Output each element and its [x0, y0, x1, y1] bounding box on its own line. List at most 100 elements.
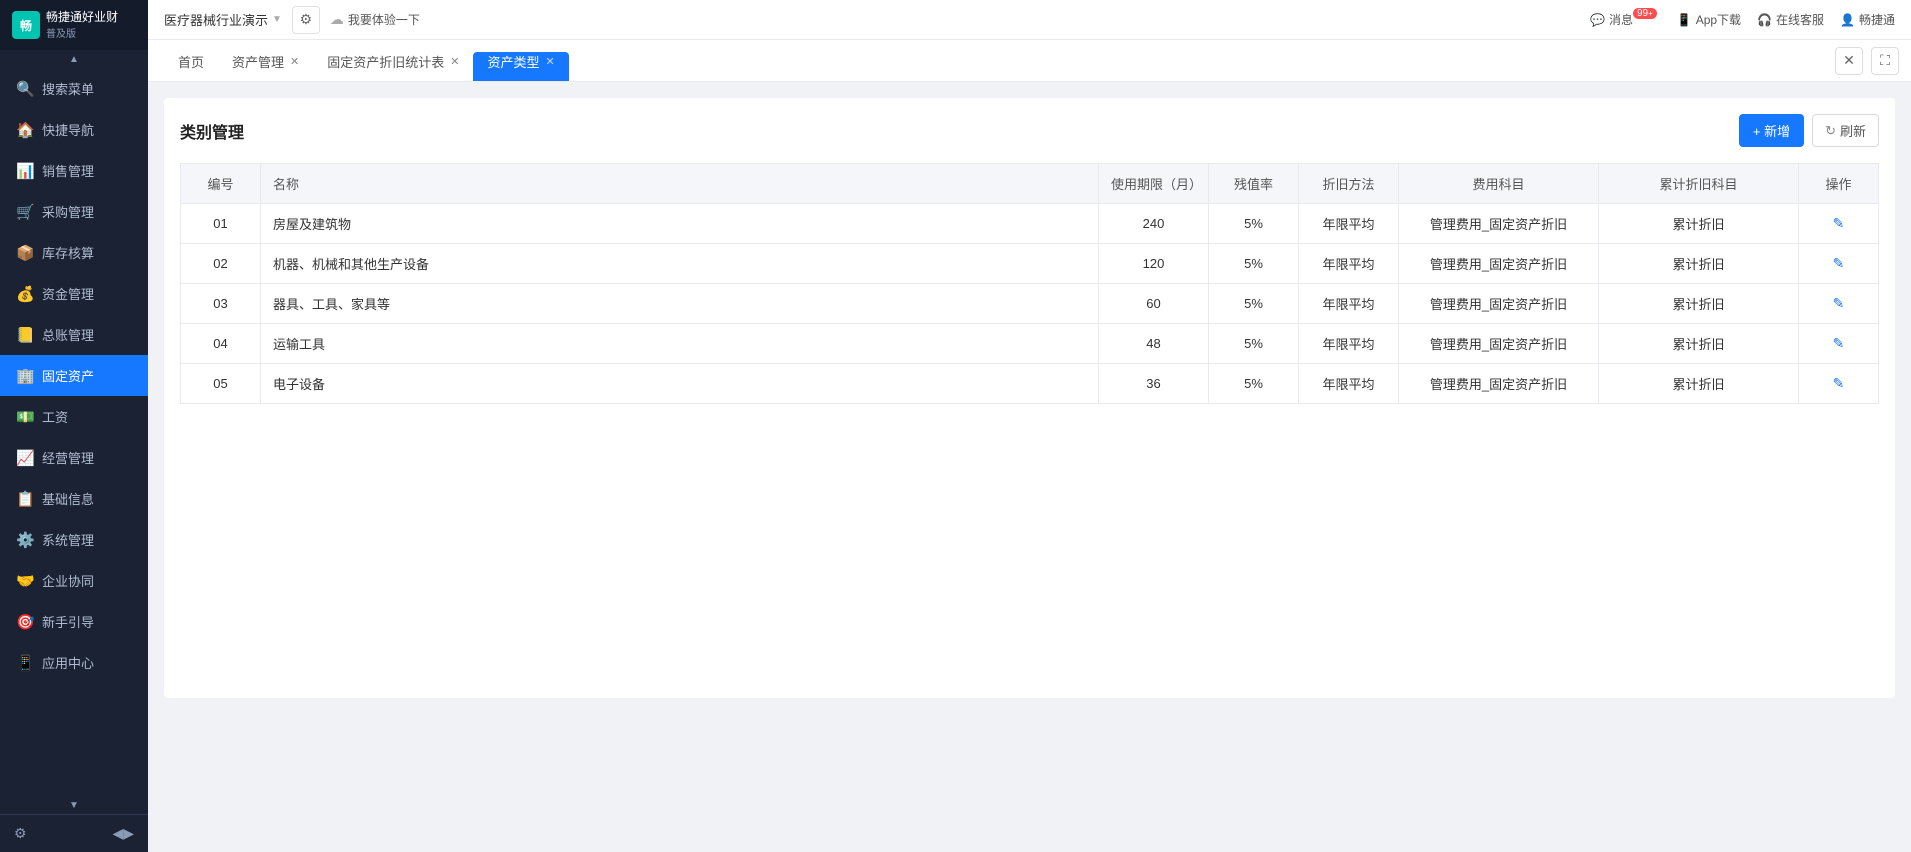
new-button[interactable]: + 新增	[1739, 114, 1804, 147]
scroll-up-area: ▲	[0, 50, 148, 68]
cell-method-4: 年限平均	[1299, 364, 1399, 404]
cell-accum-1: 累计折旧	[1599, 244, 1799, 284]
cell-op-2: ✎	[1799, 284, 1879, 324]
refresh-button[interactable]: ↻ 刷新	[1812, 114, 1879, 147]
cell-expense-1: 管理费用_固定资产折旧	[1399, 244, 1599, 284]
sidebar-item-salary-label: 工资	[42, 407, 68, 426]
col-header-accum: 累计折旧科目	[1599, 164, 1799, 204]
salary-icon: 💵	[16, 408, 34, 426]
cell-residual-0: 5%	[1209, 204, 1299, 244]
user-label: 畅捷通	[1859, 11, 1895, 28]
experience-button[interactable]: ☁ 我要体验一下	[330, 11, 420, 28]
edit-button-4[interactable]: ✎	[1833, 375, 1845, 391]
sidebar-item-ledger[interactable]: 📒 总账管理	[0, 314, 148, 355]
sidebar-item-ledger-label: 总账管理	[42, 325, 94, 344]
tab-asset-type-close[interactable]: ✕	[546, 55, 555, 68]
cell-expense-0: 管理费用_固定资产折旧	[1399, 204, 1599, 244]
col-header-code: 编号	[181, 164, 261, 204]
table-header: 编号 名称 使用期限（月） 残值率 折旧方法 费用科目 累计折旧科目 操作	[181, 164, 1879, 204]
user-button[interactable]: 👤 畅捷通	[1840, 11, 1895, 28]
sidebar-item-quick-nav[interactable]: 🏠 快捷导航	[0, 109, 148, 150]
edit-button-3[interactable]: ✎	[1833, 335, 1845, 351]
cell-op-4: ✎	[1799, 364, 1879, 404]
cell-accum-3: 累计折旧	[1599, 324, 1799, 364]
tab-asset-mgmt[interactable]: 资产管理 ✕	[218, 52, 313, 81]
cell-accum-2: 累计折旧	[1599, 284, 1799, 324]
scroll-down-button[interactable]: ▼	[67, 798, 81, 812]
message-icon: 💬	[1590, 13, 1605, 27]
tab-bar: 首页 资产管理 ✕ 固定资产折旧统计表 ✕ 资产类型 ✕ ✕ ⛶	[148, 40, 1911, 82]
refresh-icon: ↻	[1825, 123, 1836, 139]
experience-label: 我要体验一下	[348, 11, 420, 28]
message-label: 消息	[1609, 11, 1633, 28]
sidebar-item-fixed-assets[interactable]: 🏢 固定资产	[0, 355, 148, 396]
cell-residual-4: 5%	[1209, 364, 1299, 404]
table-row: 02 机器、机械和其他生产设备 120 5% 年限平均 管理费用_固定资产折旧 …	[181, 244, 1879, 284]
sidebar-item-purchase[interactable]: 🛒 采购管理	[0, 191, 148, 232]
tab-asset-type[interactable]: 资产类型 ✕	[473, 52, 568, 81]
sidebar-item-purchase-label: 采购管理	[42, 202, 94, 221]
message-badge: 99+	[1633, 8, 1657, 19]
tab-home[interactable]: 首页	[164, 52, 218, 81]
message-button[interactable]: 💬 消息 99+	[1590, 11, 1661, 28]
cell-method-1: 年限平均	[1299, 244, 1399, 284]
refresh-label: 刷新	[1840, 121, 1866, 140]
sidebar-item-sales-label: 销售管理	[42, 161, 94, 180]
demo-selector[interactable]: 医疗器械行业演示 ▼	[164, 10, 282, 29]
operations-icon: 📈	[16, 449, 34, 467]
cell-accum-4: 累计折旧	[1599, 364, 1799, 404]
purchase-icon: 🛒	[16, 203, 34, 221]
edit-button-0[interactable]: ✎	[1833, 215, 1845, 231]
sidebar-footer: ⚙ ◀▶	[0, 814, 148, 852]
sidebar-item-sales[interactable]: 📊 销售管理	[0, 150, 148, 191]
tab-home-label: 首页	[178, 52, 204, 71]
cell-method-3: 年限平均	[1299, 324, 1399, 364]
tab-fixed-depreciation[interactable]: 固定资产折旧统计表 ✕	[313, 52, 473, 81]
cell-period-0: 240	[1099, 204, 1209, 244]
sidebar-item-operations[interactable]: 📈 经营管理	[0, 437, 148, 478]
sidebar-item-salary[interactable]: 💵 工资	[0, 396, 148, 437]
collapse-sidebar-button[interactable]: ◀▶	[112, 825, 134, 842]
tab-asset-mgmt-close[interactable]: ✕	[290, 55, 299, 68]
fixed-assets-icon: 🏢	[16, 367, 34, 385]
search-icon: 🔍	[16, 80, 34, 98]
cell-period-2: 60	[1099, 284, 1209, 324]
cell-residual-2: 5%	[1209, 284, 1299, 324]
cell-accum-0: 累计折旧	[1599, 204, 1799, 244]
sidebar-item-inventory[interactable]: 📦 库存核算	[0, 232, 148, 273]
sidebar-item-app-center[interactable]: 📱 应用中心	[0, 642, 148, 683]
sidebar-item-capital[interactable]: 💰 资金管理	[0, 273, 148, 314]
sidebar-item-basic-info[interactable]: 📋 基础信息	[0, 478, 148, 519]
sidebar-item-guide-label: 新手引导	[42, 612, 94, 631]
settings-footer-icon[interactable]: ⚙	[14, 825, 27, 842]
app-download-button[interactable]: 📱 App下载	[1677, 11, 1741, 28]
app-version: 普及版	[46, 25, 118, 40]
cloud-icon: ☁	[330, 11, 344, 28]
edit-button-1[interactable]: ✎	[1833, 255, 1845, 271]
sidebar-item-operations-label: 经营管理	[42, 448, 94, 467]
sidebar-logo: 畅 畅捷通好业财 普及版	[0, 0, 148, 50]
tab-expand-button[interactable]: ⛶	[1871, 47, 1899, 75]
scroll-up-button[interactable]: ▲	[67, 52, 81, 66]
sidebar-item-enterprise[interactable]: 🤝 企业协同	[0, 560, 148, 601]
table-body: 01 房屋及建筑物 240 5% 年限平均 管理费用_固定资产折旧 累计折旧 ✎…	[181, 204, 1879, 404]
cell-expense-4: 管理费用_固定资产折旧	[1399, 364, 1599, 404]
cell-period-4: 36	[1099, 364, 1209, 404]
edit-button-2[interactable]: ✎	[1833, 295, 1845, 311]
guide-icon: 🎯	[16, 613, 34, 631]
content-area: 类别管理 + 新增 ↻ 刷新 编号 名称 使用期限（月） 残值率	[148, 82, 1911, 852]
tab-fixed-depreciation-close[interactable]: ✕	[450, 55, 459, 68]
cell-name-2: 器具、工具、家具等	[261, 284, 1099, 324]
sidebar-item-app-center-label: 应用中心	[42, 653, 94, 672]
basic-info-icon: 📋	[16, 490, 34, 508]
settings-button[interactable]: ⚙	[292, 6, 320, 34]
page-header: 类别管理 + 新增 ↻ 刷新	[180, 114, 1879, 147]
mobile-icon: 📱	[1677, 13, 1692, 27]
sidebar-item-guide[interactable]: 🎯 新手引导	[0, 601, 148, 642]
sidebar-item-system[interactable]: ⚙️ 系统管理	[0, 519, 148, 560]
online-service-button[interactable]: 🎧 在线客服	[1757, 11, 1824, 28]
table-row: 04 运输工具 48 5% 年限平均 管理费用_固定资产折旧 累计折旧 ✎	[181, 324, 1879, 364]
cell-period-1: 120	[1099, 244, 1209, 284]
tab-close-button[interactable]: ✕	[1835, 47, 1863, 75]
sidebar-item-search[interactable]: 🔍 搜索菜单	[0, 68, 148, 109]
